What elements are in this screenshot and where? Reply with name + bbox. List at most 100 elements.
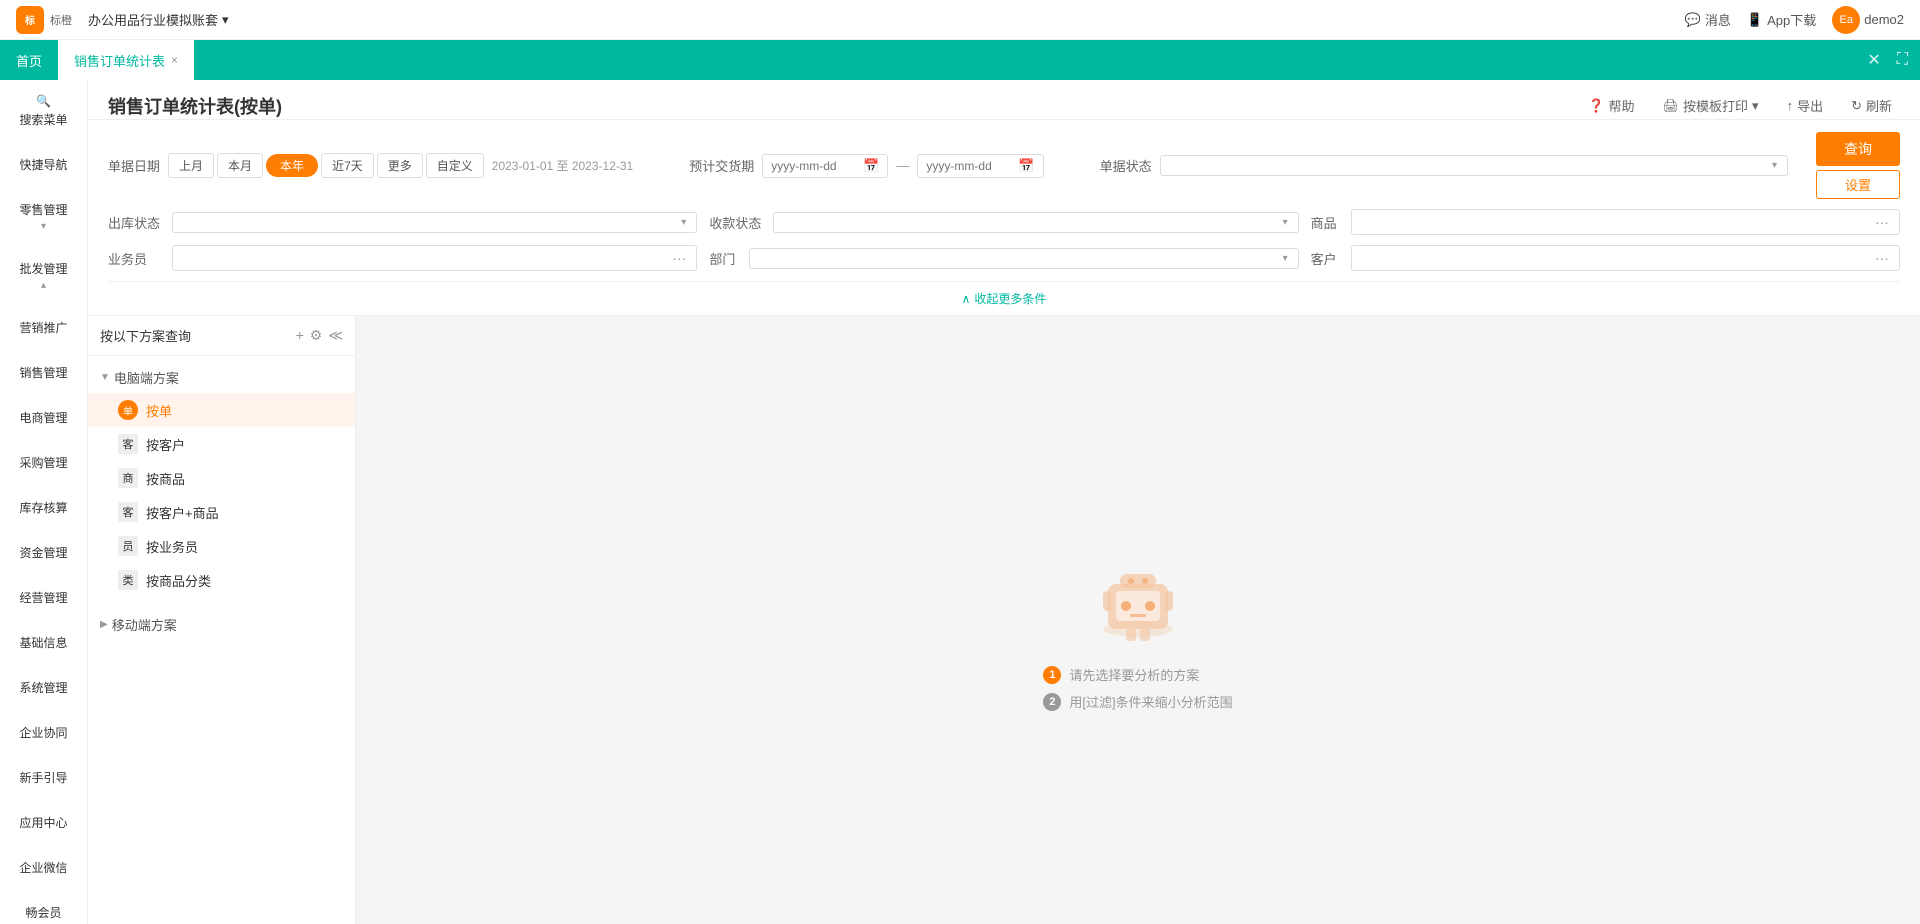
sidebar-item-corp[interactable]: 企业协同 (0, 710, 87, 755)
sidebar-item-wechat[interactable]: 企业微信 (0, 845, 87, 890)
page-header: 销售订单统计表(按单) ❓ 帮助 🖨 按模板打印 ▾ ↑ 导出 (88, 80, 1920, 120)
tab-bar-actions: ✕ ⛶ (1863, 46, 1920, 74)
expected-date-end-input[interactable] (926, 159, 1014, 173)
collapse-label: 收起更多条件 (974, 290, 1046, 307)
export-icon: ↑ (1787, 98, 1794, 113)
help-button[interactable]: ❓ 帮助 (1580, 92, 1642, 119)
scheme-item-by-salesman[interactable]: 员 按业务员 (88, 529, 355, 563)
add-scheme-button[interactable]: + (296, 327, 304, 344)
newbie-label: 新手引导 (19, 769, 67, 786)
calendar-end-icon: 📅 (1018, 158, 1034, 174)
tab-statistics-label: 销售订单统计表 (74, 51, 165, 70)
app-selector[interactable]: 办公用品行业模拟账套 ▾ (80, 6, 237, 33)
product-label: 商品 (1311, 213, 1343, 232)
sidebar-item-marketing[interactable]: 营销推广 (0, 305, 87, 350)
status-arrow-icon: ▾ (1772, 160, 1777, 171)
customer-label: 客户 (1311, 249, 1343, 268)
salesman-input[interactable]: ··· (172, 245, 697, 271)
status-select[interactable]: ▾ (1160, 155, 1788, 176)
sidebar-item-retail[interactable]: 零售管理 ▾ (0, 187, 87, 246)
content-area: 销售订单统计表(按单) ❓ 帮助 🖨 按模板打印 ▾ ↑ 导出 (88, 80, 1920, 924)
refresh-button[interactable]: ↻ 刷新 (1843, 92, 1900, 119)
export-button[interactable]: ↑ 导出 (1779, 92, 1832, 119)
query-button[interactable]: 查询 (1816, 132, 1900, 166)
sidebar-search[interactable]: 🔍 搜索菜单 (0, 80, 87, 142)
department-select[interactable]: ▾ (749, 248, 1298, 269)
left-panel-actions: + ⚙ ≪ (296, 327, 343, 344)
sidebar-item-purchase[interactable]: 采购管理 (0, 440, 87, 485)
sidebar-item-newbie[interactable]: 新手引导 (0, 755, 87, 800)
date-btn-this-year[interactable]: 本年 (266, 154, 318, 177)
scheme-item-by-customer[interactable]: 客 按客户 (88, 427, 355, 461)
sidebar-item-sales[interactable]: 销售管理 (0, 350, 87, 395)
download-button[interactable]: 📱 App下载 (1747, 10, 1816, 29)
salesman-filter-group: 业务员 ··· (108, 245, 697, 271)
empty-state: 1 请先选择要分析的方案 2 用[过滤]条件来缩小分析范围 (356, 316, 1920, 924)
scheme-item-by-cust-prod[interactable]: 客 按客户+商品 (88, 495, 355, 529)
tab-statistics[interactable]: 销售订单统计表 × (58, 40, 194, 80)
scheme-item-by-category[interactable]: 类 按商品分类 (88, 563, 355, 597)
sidebar-item-inventory[interactable]: 库存核算 (0, 485, 87, 530)
empty-hint-2: 2 用[过滤]条件来缩小分析范围 (1043, 692, 1232, 711)
user-area[interactable]: Ea demo2 (1832, 6, 1904, 34)
payment-select[interactable]: ▾ (773, 212, 1298, 233)
filter-row-2: 出库状态 ▾ 收款状态 ▾ 商品 (108, 209, 1900, 235)
date-btn-last-month[interactable]: 上月 (168, 153, 214, 178)
expected-date-start[interactable]: 📅 (762, 154, 888, 178)
payment-arrow-icon: ▾ (1283, 217, 1288, 228)
customer-input[interactable]: ··· (1351, 245, 1900, 271)
vip-label: 畅会员 (25, 904, 61, 921)
action-buttons: 查询 设置 (1816, 132, 1900, 199)
payment-label: 收款状态 (709, 213, 765, 232)
mobile-group-arrow: ▶ (100, 619, 108, 630)
salesman-dots-icon[interactable]: ··· (672, 250, 686, 266)
hint-num-1: 1 (1043, 666, 1061, 684)
export-label: 导出 (1797, 96, 1823, 115)
sidebar-item-appstore[interactable]: 应用中心 (0, 800, 87, 845)
window-expand-button[interactable]: ⛶ (1893, 47, 1912, 73)
tab-home[interactable]: 首页 (0, 40, 58, 80)
tab-close-button[interactable]: × (171, 53, 178, 67)
customer-dots-icon[interactable]: ··· (1875, 250, 1889, 266)
message-button[interactable]: 💬 消息 (1685, 10, 1731, 29)
sidebar-item-operations[interactable]: 经营管理 (0, 575, 87, 620)
settings-button[interactable]: 设置 (1816, 170, 1900, 199)
scheme-item-by-product[interactable]: 商 按商品 (88, 461, 355, 495)
edit-scheme-button[interactable]: ⚙ (310, 327, 323, 344)
date-btn-this-month[interactable]: 本月 (217, 153, 263, 178)
sidebar-quick-nav[interactable]: 快捷导航 (0, 142, 87, 187)
pc-scheme-group-header[interactable]: ▼ 电脑端方案 (88, 362, 355, 393)
page-title-row: 销售订单统计表(按单) ❓ 帮助 🖨 按模板打印 ▾ ↑ 导出 (108, 92, 1900, 119)
date-range-text: 2023-01-01 至 2023-12-31 (492, 157, 633, 174)
expected-date-label: 预计交货期 (689, 156, 754, 175)
delivery-select[interactable]: ▾ (172, 212, 697, 233)
refresh-icon: ↻ (1851, 98, 1862, 114)
date-btn-custom[interactable]: 自定义 (426, 153, 484, 178)
expected-date-start-input[interactable] (771, 159, 859, 173)
sidebar-item-vip[interactable]: 畅会员 (0, 890, 87, 924)
mobile-group-label: 移动端方案 (112, 615, 177, 634)
logo-icon: 标 (16, 6, 44, 34)
expected-date-end[interactable]: 📅 (917, 154, 1043, 178)
date-btn-more[interactable]: 更多 (377, 153, 423, 178)
product-dots-icon[interactable]: ··· (1875, 214, 1889, 230)
window-close-button[interactable]: ✕ (1863, 46, 1884, 74)
delivery-arrow-icon: ▾ (681, 217, 686, 228)
date-btn-7days[interactable]: 近7天 (321, 153, 374, 178)
scheme-icon-category: 类 (118, 570, 138, 590)
collapse-button[interactable]: ∧ 收起更多条件 (108, 281, 1900, 315)
help-label: 帮助 (1608, 96, 1634, 115)
product-input[interactable]: ··· (1351, 209, 1900, 235)
sidebar-item-ecommerce[interactable]: 电商管理 (0, 395, 87, 440)
sidebar-item-system[interactable]: 系统管理 (0, 665, 87, 710)
sidebar-item-basic[interactable]: 基础信息 (0, 620, 87, 665)
scheme-item-by-order[interactable]: 单 按单 (88, 393, 355, 427)
calendar-start-icon: 📅 (863, 158, 879, 174)
sidebar-item-wholesale[interactable]: 批发管理 ▴ (0, 246, 87, 305)
scheme-label-product: 按商品 (146, 469, 185, 488)
mobile-scheme-group-header[interactable]: ▶ 移动端方案 (88, 609, 355, 640)
collapse-panel-button[interactable]: ≪ (328, 327, 343, 344)
sidebar-item-finance[interactable]: 资金管理 (0, 530, 87, 575)
logo-area: 标 标橙 (16, 6, 72, 34)
print-button[interactable]: 🖨 按模板打印 ▾ (1655, 92, 1767, 119)
